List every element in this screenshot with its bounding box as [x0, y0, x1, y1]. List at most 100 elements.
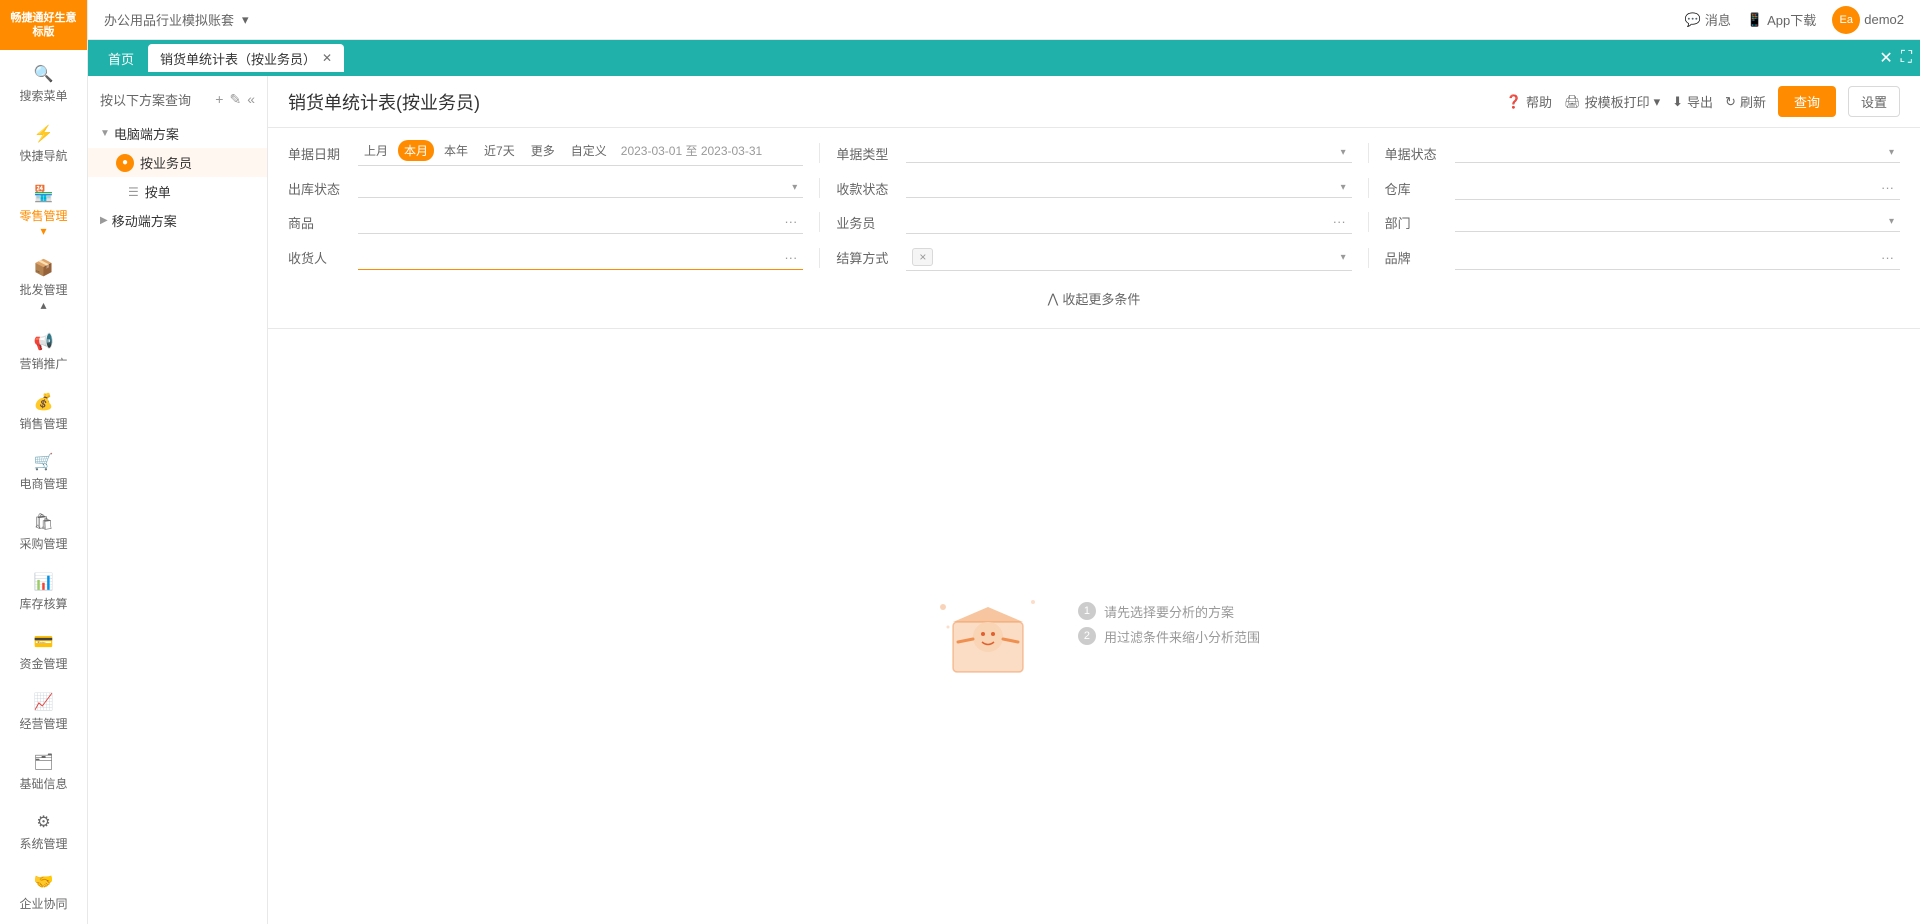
sidebar-item-search-label: 搜索菜单: [19, 87, 67, 104]
sidebar-item-retail[interactable]: 🏪 零售管理 ▾: [0, 174, 87, 248]
print-button[interactable]: 🖨 按模板打印 ▾: [1564, 92, 1660, 111]
current-company: 办公用品行业模拟账套: [104, 10, 234, 29]
sidebar: 畅捷通好生意标版 🔍 搜索菜单 ⚡ 快捷导航 🏪 零售管理 ▾ 📦 批发管理 ▴…: [0, 0, 88, 924]
date-tab-custom[interactable]: 自定义: [565, 140, 613, 161]
settlement-label: 结算方式: [836, 248, 906, 267]
basic-icon: 🗂: [33, 752, 53, 772]
sidebar-item-finance[interactable]: 💳 资金管理: [0, 622, 87, 682]
collapse-button[interactable]: ⋀ 收起更多条件: [1040, 281, 1149, 316]
empty-state: 1 请先选择要分析的方案 2 用过滤条件来缩小分析范围: [268, 329, 1920, 924]
sidebar-item-enterprise[interactable]: 🤝 企业协同: [0, 862, 87, 922]
refresh-button[interactable]: ↻ 刷新: [1725, 92, 1766, 111]
sidebar-item-ecommerce[interactable]: 🛒 电商管理: [0, 442, 87, 502]
sidebar-item-wholesale-label: 批发管理: [19, 281, 67, 298]
sidebar-item-operations[interactable]: 📈 经营管理: [0, 682, 87, 742]
retail-expand-icon: ▾: [40, 224, 46, 238]
date-tab-this-year[interactable]: 本年: [438, 140, 474, 161]
date-tab-7days[interactable]: 近7天: [478, 140, 521, 161]
salesperson-scheme-icon: ●: [116, 154, 134, 172]
sidebar-item-system[interactable]: ⚙ 系统管理: [0, 802, 87, 862]
empty-hints: 1 请先选择要分析的方案 2 用过滤条件来缩小分析范围: [1078, 602, 1260, 652]
tree-item-by-salesperson[interactable]: ● 按业务员: [88, 148, 267, 177]
tab-expand-button[interactable]: ⛶: [1901, 48, 1912, 68]
out-status-select[interactable]: ▾: [358, 178, 803, 198]
print-icon: 🖨: [1564, 94, 1581, 110]
sidebar-item-basic[interactable]: 🗂 基础信息: [0, 742, 87, 802]
settlement-arrow: ▾: [1341, 252, 1346, 263]
add-scheme-icon[interactable]: +: [215, 91, 223, 108]
doc-status-select[interactable]: ▾: [1455, 143, 1900, 163]
settlement-tag-close[interactable]: ×: [919, 250, 926, 264]
date-label: 单据日期: [288, 144, 358, 163]
app-download-button[interactable]: 📱 App下载: [1747, 10, 1816, 29]
tab-close-icon[interactable]: ✕: [322, 51, 332, 65]
brand-dots-btn[interactable]: ···: [1881, 250, 1894, 265]
sidebar-item-inventory-label: 库存核算: [19, 595, 67, 612]
goods-dots-btn[interactable]: ···: [784, 214, 797, 229]
refresh-icon: ↻: [1725, 94, 1736, 110]
user-avatar-area[interactable]: Ea demo2: [1832, 6, 1904, 34]
filter-doc-type: 单据类型 ▾: [836, 143, 1351, 163]
message-button[interactable]: 💬 消息: [1685, 10, 1731, 29]
mobile-group-arrow: ▶: [100, 215, 108, 226]
settings-button[interactable]: 设置: [1848, 86, 1900, 117]
pc-group-header[interactable]: ▼ 电脑端方案: [88, 119, 267, 148]
sidebar-item-marketing[interactable]: 📢 营销推广: [0, 322, 87, 382]
divider-6: [1368, 212, 1369, 232]
sidebar-item-inventory[interactable]: 📊 库存核算: [0, 562, 87, 622]
enterprise-icon: 🤝: [34, 872, 54, 892]
tree-item-by-order[interactable]: ☰ 按单: [88, 177, 267, 206]
collapse-panel-icon[interactable]: «: [247, 91, 255, 108]
help-button[interactable]: ❓ 帮助: [1506, 92, 1552, 111]
filter-department: 部门 ▾: [1385, 212, 1900, 232]
receipt-status-select[interactable]: ▾: [906, 178, 1351, 198]
sidebar-item-sales[interactable]: 💰 销售管理: [0, 382, 87, 442]
system-icon: ⚙: [36, 812, 50, 832]
consignee-dots-btn[interactable]: ···: [784, 250, 797, 265]
filter-salesperson: 业务员 ···: [836, 210, 1351, 234]
tab-home[interactable]: 首页: [96, 44, 146, 72]
sidebar-item-search[interactable]: 🔍 搜索菜单: [0, 54, 87, 114]
tab-close-all-button[interactable]: ✕: [1879, 48, 1892, 68]
empty-hint-2: 2 用过滤条件来缩小分析范围: [1078, 627, 1260, 646]
pc-group-arrow: ▼: [100, 128, 110, 139]
filter-consignee: 收货人 ···: [288, 246, 803, 270]
export-button[interactable]: ⬇ 导出: [1672, 92, 1713, 111]
sidebar-item-wholesale[interactable]: 📦 批发管理 ▴: [0, 248, 87, 322]
sidebar-item-purchase[interactable]: 🛍 采购管理: [0, 502, 87, 562]
topbar-right: 💬 消息 📱 App下载 Ea demo2: [1685, 6, 1904, 34]
sidebar-item-basic-label: 基础信息: [19, 775, 67, 792]
page-actions: ❓ 帮助 🖨 按模板打印 ▾ ⬇ 导出 ↻ 刷新: [1506, 86, 1900, 117]
department-arrow: ▾: [1889, 216, 1894, 227]
doc-status-label: 单据状态: [1385, 144, 1455, 163]
divider-4: [1368, 178, 1369, 198]
salesperson-dots-btn[interactable]: ···: [1333, 214, 1346, 229]
warehouse-dots-btn[interactable]: ···: [1881, 180, 1894, 195]
filter-row-2: 出库状态 ▾ 收款状态 ▾: [288, 176, 1900, 200]
sidebar-item-system-label: 系统管理: [19, 835, 67, 852]
mobile-group: ▶ 移动端方案: [88, 206, 267, 235]
edit-scheme-icon[interactable]: ✎: [229, 91, 241, 108]
pc-group-label: 电脑端方案: [114, 124, 179, 143]
department-select[interactable]: ▾: [1455, 212, 1900, 232]
topbar: 办公用品行业模拟账套 ▾ 💬 消息 📱 App下载 Ea demo2: [88, 0, 1920, 40]
tab-sales-stat[interactable]: 销货单统计表（按业务员） ✕: [148, 44, 344, 72]
settlement-tag: ×: [912, 248, 933, 266]
mobile-group-header[interactable]: ▶ 移动端方案: [88, 206, 267, 235]
sidebar-item-shortcut[interactable]: ⚡ 快捷导航: [0, 114, 87, 174]
sidebar-item-shortcut-label: 快捷导航: [19, 147, 67, 164]
sidebar-item-enterprise-label: 企业协同: [19, 895, 67, 912]
date-tab-more[interactable]: 更多: [525, 140, 561, 161]
doc-type-select[interactable]: ▾: [906, 143, 1351, 163]
empty-state-content: 1 请先选择要分析的方案 2 用过滤条件来缩小分析范围: [928, 567, 1260, 687]
date-tab-this-month[interactable]: 本月: [398, 140, 434, 161]
left-panel: 按以下方案查询 + ✎ « ▼ 电脑端方案 ● 按业务员: [88, 76, 268, 924]
page-header: 销货单统计表(按业务员) ❓ 帮助 🖨 按模板打印 ▾ ⬇ 导出: [268, 76, 1920, 128]
message-label: 消息: [1705, 10, 1731, 29]
query-button[interactable]: 查询: [1778, 86, 1836, 117]
divider-1: [819, 143, 820, 163]
print-label: 按模板打印: [1585, 92, 1650, 111]
company-dropdown-icon[interactable]: ▾: [242, 12, 249, 28]
filter-row-3: 商品 ··· 业务员 ··· 部门: [288, 210, 1900, 234]
date-tab-last-month[interactable]: 上月: [358, 140, 394, 161]
